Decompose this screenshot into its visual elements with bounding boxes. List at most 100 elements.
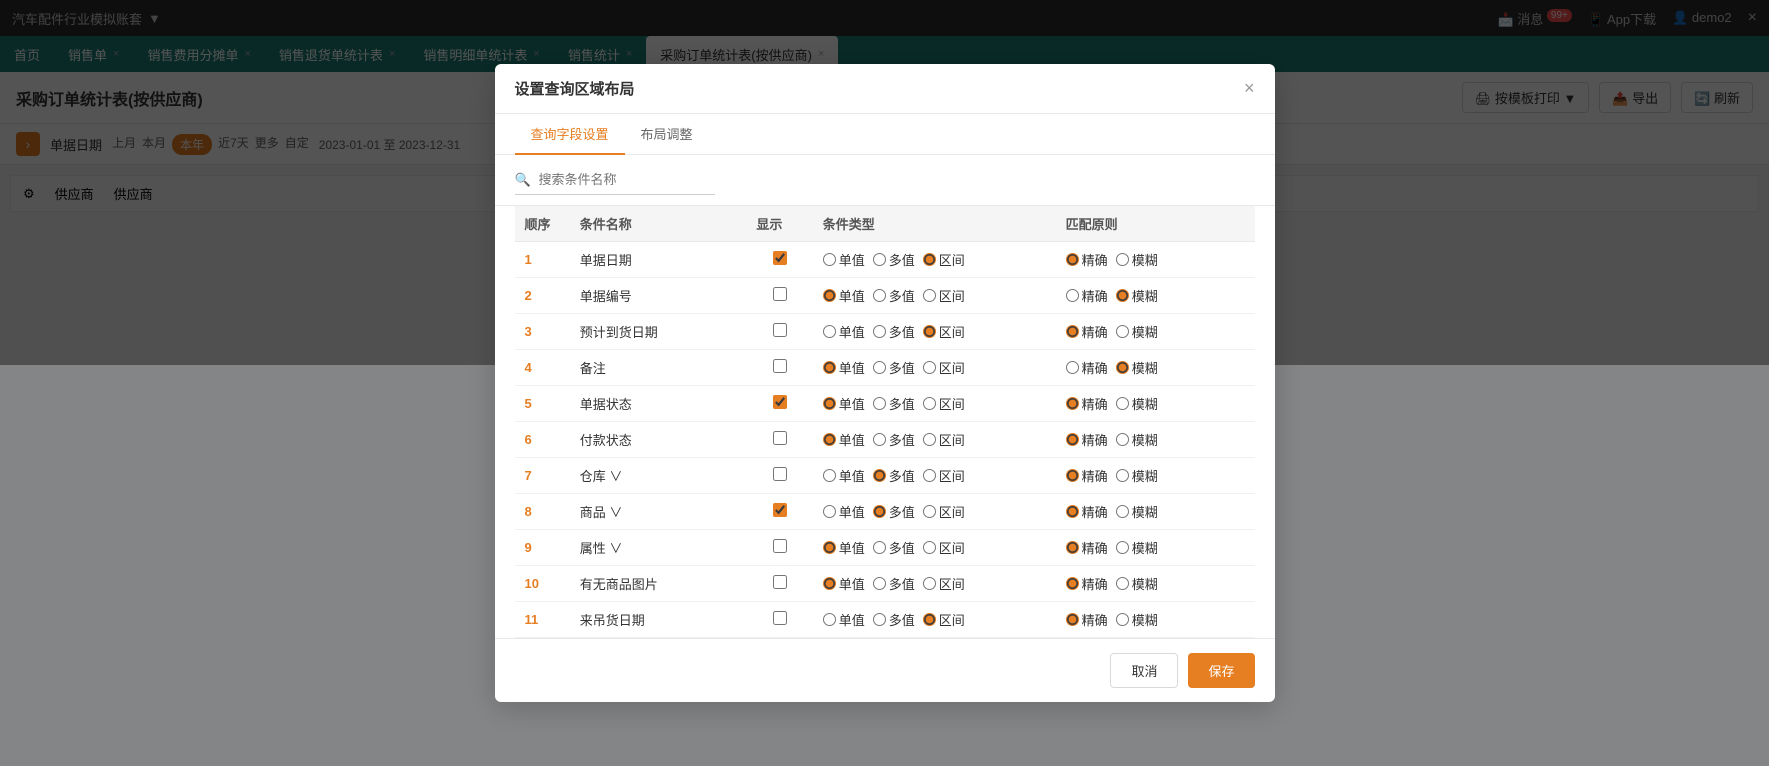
- type-radio-group: 单值多值区间: [823, 466, 1046, 485]
- type-single-radio[interactable]: 单值: [823, 286, 865, 305]
- match-exact-radio[interactable]: 精确: [1066, 358, 1108, 377]
- type-single-radio[interactable]: 单值: [823, 322, 865, 341]
- type-single-radio[interactable]: 单值: [823, 394, 865, 413]
- match-exact-radio[interactable]: 精确: [1066, 286, 1108, 305]
- match-cell: 精确模糊: [1056, 314, 1255, 350]
- cancel-button[interactable]: 取消: [1110, 653, 1178, 688]
- table-row: 8商品 ∨ 单值多值区间 精确模糊: [515, 494, 1255, 530]
- match-cell: 精确模糊: [1056, 458, 1255, 494]
- match-radio-group: 精确模糊: [1066, 430, 1245, 449]
- type-multi-radio[interactable]: 多值: [873, 502, 915, 521]
- type-multi-radio[interactable]: 多值: [873, 466, 915, 485]
- display-cell: [746, 422, 812, 458]
- type-single-radio[interactable]: 单值: [823, 502, 865, 521]
- match-fuzzy-radio[interactable]: 模糊: [1116, 394, 1158, 413]
- type-single-radio[interactable]: 单值: [823, 358, 865, 377]
- type-range-radio[interactable]: 区间: [923, 502, 965, 521]
- display-cell: [746, 458, 812, 494]
- name-cell: 备注: [570, 350, 747, 386]
- order-cell: 5: [515, 386, 570, 422]
- match-fuzzy-radio[interactable]: 模糊: [1116, 322, 1158, 341]
- type-radio-group: 单值多值区间: [823, 610, 1046, 629]
- type-multi-radio[interactable]: 多值: [873, 610, 915, 629]
- col-header-match: 匹配原则: [1056, 206, 1255, 242]
- modal-close-btn[interactable]: ×: [1244, 78, 1255, 99]
- type-range-radio[interactable]: 区间: [923, 610, 965, 629]
- type-single-radio[interactable]: 单值: [823, 430, 865, 449]
- match-fuzzy-radio[interactable]: 模糊: [1116, 538, 1158, 557]
- type-range-radio[interactable]: 区间: [923, 286, 965, 305]
- match-cell: 精确模糊: [1056, 386, 1255, 422]
- match-cell: 精确模糊: [1056, 494, 1255, 530]
- name-cell: 商品 ∨: [570, 494, 747, 530]
- match-exact-radio[interactable]: 精确: [1066, 502, 1108, 521]
- type-range-radio[interactable]: 区间: [923, 358, 965, 377]
- type-single-radio[interactable]: 单值: [823, 538, 865, 557]
- type-range-radio[interactable]: 区间: [923, 394, 965, 413]
- save-button[interactable]: 保存: [1188, 653, 1254, 688]
- type-multi-radio[interactable]: 多值: [873, 358, 915, 377]
- type-single-radio[interactable]: 单值: [823, 250, 865, 269]
- order-cell: 2: [515, 278, 570, 314]
- type-range-radio[interactable]: 区间: [923, 430, 965, 449]
- match-radio-group: 精确模糊: [1066, 322, 1245, 341]
- match-exact-radio[interactable]: 精确: [1066, 394, 1108, 413]
- match-fuzzy-radio[interactable]: 模糊: [1116, 430, 1158, 449]
- tab-query-fields[interactable]: 查询字段设置: [515, 114, 625, 155]
- match-exact-radio[interactable]: 精确: [1066, 250, 1108, 269]
- type-cell: 单值多值区间: [813, 386, 1056, 422]
- type-single-radio[interactable]: 单值: [823, 466, 865, 485]
- type-radio-group: 单值多值区间: [823, 250, 1046, 269]
- type-multi-radio[interactable]: 多值: [873, 286, 915, 305]
- display-checkbox[interactable]: [773, 611, 787, 625]
- type-multi-radio[interactable]: 多值: [873, 250, 915, 269]
- order-cell: 8: [515, 494, 570, 530]
- type-range-radio[interactable]: 区间: [923, 250, 965, 269]
- search-input[interactable]: [515, 165, 715, 195]
- type-range-radio[interactable]: 区间: [923, 574, 965, 593]
- match-fuzzy-radio[interactable]: 模糊: [1116, 574, 1158, 593]
- display-checkbox[interactable]: [773, 575, 787, 589]
- type-single-radio[interactable]: 单值: [823, 574, 865, 593]
- display-checkbox[interactable]: [773, 467, 787, 481]
- order-cell: 4: [515, 350, 570, 386]
- display-checkbox[interactable]: [773, 251, 787, 265]
- display-cell: [746, 278, 812, 314]
- match-cell: 精确模糊: [1056, 350, 1255, 386]
- match-fuzzy-radio[interactable]: 模糊: [1116, 610, 1158, 629]
- match-radio-group: 精确模糊: [1066, 610, 1245, 629]
- display-checkbox[interactable]: [773, 359, 787, 373]
- match-radio-group: 精确模糊: [1066, 250, 1245, 269]
- match-fuzzy-radio[interactable]: 模糊: [1116, 250, 1158, 269]
- match-fuzzy-radio[interactable]: 模糊: [1116, 502, 1158, 521]
- match-exact-radio[interactable]: 精确: [1066, 574, 1108, 593]
- order-cell: 10: [515, 566, 570, 602]
- match-fuzzy-radio[interactable]: 模糊: [1116, 466, 1158, 485]
- match-fuzzy-radio[interactable]: 模糊: [1116, 286, 1158, 305]
- match-radio-group: 精确模糊: [1066, 466, 1245, 485]
- type-range-radio[interactable]: 区间: [923, 322, 965, 341]
- type-range-radio[interactable]: 区间: [923, 466, 965, 485]
- type-single-radio[interactable]: 单值: [823, 610, 865, 629]
- match-exact-radio[interactable]: 精确: [1066, 430, 1108, 449]
- tab-layout-adjust[interactable]: 布局调整: [625, 114, 709, 155]
- type-range-radio[interactable]: 区间: [923, 538, 965, 557]
- display-checkbox[interactable]: [773, 503, 787, 517]
- display-checkbox[interactable]: [773, 323, 787, 337]
- type-multi-radio[interactable]: 多值: [873, 394, 915, 413]
- display-checkbox[interactable]: [773, 539, 787, 553]
- match-exact-radio[interactable]: 精确: [1066, 610, 1108, 629]
- display-checkbox[interactable]: [773, 395, 787, 409]
- type-multi-radio[interactable]: 多值: [873, 574, 915, 593]
- type-multi-radio[interactable]: 多值: [873, 538, 915, 557]
- match-exact-radio[interactable]: 精确: [1066, 322, 1108, 341]
- match-exact-radio[interactable]: 精确: [1066, 466, 1108, 485]
- table-row: 4备注 单值多值区间 精确模糊: [515, 350, 1255, 386]
- display-checkbox[interactable]: [773, 431, 787, 445]
- type-multi-radio[interactable]: 多值: [873, 430, 915, 449]
- type-multi-radio[interactable]: 多值: [873, 322, 915, 341]
- name-cell: 属性 ∨: [570, 530, 747, 566]
- match-exact-radio[interactable]: 精确: [1066, 538, 1108, 557]
- display-checkbox[interactable]: [773, 287, 787, 301]
- match-fuzzy-radio[interactable]: 模糊: [1116, 358, 1158, 377]
